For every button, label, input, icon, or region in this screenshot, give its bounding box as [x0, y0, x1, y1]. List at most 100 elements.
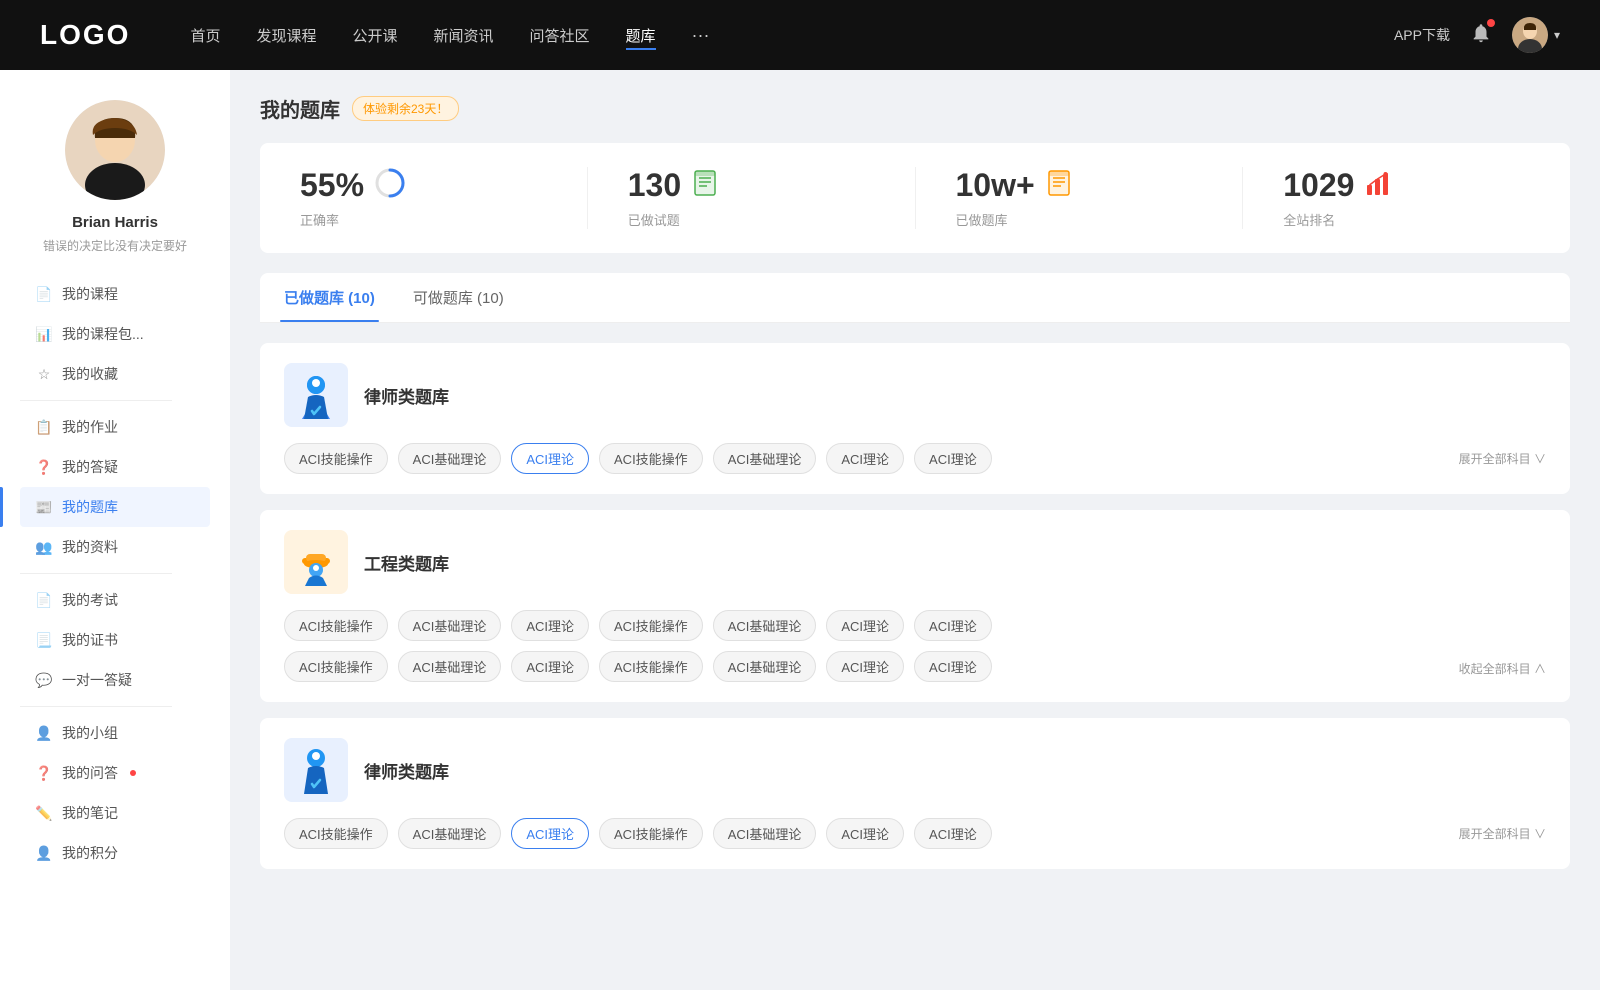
- tag[interactable]: ACI理论: [826, 818, 904, 849]
- sidebar-item-my-qa[interactable]: ❓ 我的问答: [20, 753, 210, 793]
- sidebar-item-groups[interactable]: 👤 我的小组: [20, 713, 210, 753]
- nav-open[interactable]: 公开课: [352, 21, 397, 50]
- tag[interactable]: ACI理论: [914, 610, 992, 641]
- sidebar-item-tutor[interactable]: 💬 一对一答疑: [20, 660, 210, 700]
- stat-done-questions: 130 已做试题: [588, 167, 916, 229]
- materials-icon: 👥: [36, 539, 52, 555]
- tag[interactable]: ACI技能操作: [284, 651, 388, 682]
- tag[interactable]: ACI理论: [826, 443, 904, 474]
- qbank-card-1-tags: ACI技能操作 ACI基础理论 ACI理论 ACI技能操作 ACI基础理论 AC…: [284, 443, 1546, 474]
- qbank-card-3-header: 律师类题库: [284, 738, 1546, 802]
- sidebar-item-exams[interactable]: 📄 我的考试: [20, 580, 210, 620]
- tag[interactable]: ACI基础理论: [713, 818, 817, 849]
- tag[interactable]: ACI理论: [511, 651, 589, 682]
- main-nav: 首页 发现课程 公开课 新闻资讯 问答社区 题库 ···: [190, 21, 1394, 50]
- main-container: Brian Harris 错误的决定比没有决定要好 📄 我的课程 📊 我的课程包…: [0, 70, 1600, 990]
- sidebar-item-homework[interactable]: 📋 我的作业: [20, 407, 210, 447]
- sidebar-item-answers[interactable]: ❓ 我的答疑: [20, 447, 210, 487]
- doc-orange-icon: [1045, 169, 1073, 202]
- sidebar-menu: 📄 我的课程 📊 我的课程包... ☆ 我的收藏 📋 我的作业 ❓ 我的答疑 �: [0, 274, 230, 873]
- nav-qa[interactable]: 问答社区: [530, 21, 590, 50]
- tag[interactable]: ACI技能操作: [284, 443, 388, 474]
- tab-done-banks[interactable]: 已做题库 (10): [280, 273, 379, 322]
- qbank-card-2-title: 工程类题库: [364, 550, 449, 575]
- qbank-card-3-avatar: [284, 738, 348, 802]
- points-icon: 👤: [36, 845, 52, 861]
- user-avatar-btn[interactable]: ▾: [1512, 17, 1560, 53]
- tag[interactable]: ACI基础理论: [713, 443, 817, 474]
- main-content: 我的题库 体验剩余23天！ 55% 正确率: [230, 70, 1600, 990]
- done-q-value: 130: [628, 167, 681, 204]
- tab-available-banks[interactable]: 可做题库 (10): [409, 273, 508, 322]
- tag[interactable]: ACI理论: [826, 651, 904, 682]
- sidebar: Brian Harris 错误的决定比没有决定要好 📄 我的课程 📊 我的课程包…: [0, 70, 230, 990]
- page-title: 我的题库: [260, 94, 340, 123]
- tag[interactable]: ACI基础理论: [398, 818, 502, 849]
- tag[interactable]: ACI理论: [914, 818, 992, 849]
- tag[interactable]: ACI基础理论: [713, 651, 817, 682]
- profile-motto: 错误的决定比没有决定要好: [43, 237, 187, 254]
- tag[interactable]: ACI技能操作: [599, 443, 703, 474]
- sidebar-item-points[interactable]: 👤 我的积分: [20, 833, 210, 873]
- tag[interactable]: ACI基础理论: [398, 443, 502, 474]
- notification-badge: [1487, 19, 1495, 27]
- tags-line-2: ACI技能操作 ACI基础理论 ACI理论 ACI技能操作 ACI基础理论 AC…: [284, 651, 1546, 682]
- sidebar-item-course-packs[interactable]: 📊 我的课程包...: [20, 314, 210, 354]
- tag[interactable]: ACI技能操作: [284, 818, 388, 849]
- tag[interactable]: ACI技能操作: [599, 610, 703, 641]
- sidebar-item-courses[interactable]: 📄 我的课程: [20, 274, 210, 314]
- sidebar-item-favorites[interactable]: ☆ 我的收藏: [20, 354, 210, 394]
- tag[interactable]: ACI技能操作: [599, 651, 703, 682]
- notification-btn[interactable]: [1470, 22, 1492, 49]
- tag[interactable]: ACI理论: [511, 610, 589, 641]
- homework-icon: 📋: [36, 419, 52, 435]
- tag[interactable]: ACI技能操作: [599, 818, 703, 849]
- user-menu-chevron: ▾: [1554, 28, 1560, 42]
- qbank-card-3-expand-btn[interactable]: 展开全部科目 ∨: [1459, 825, 1546, 842]
- course-packs-icon: 📊: [36, 326, 52, 342]
- stats-row: 55% 正确率 130: [260, 143, 1570, 253]
- page-header: 我的题库 体验剩余23天！: [260, 94, 1570, 123]
- qbank-card-1: 律师类题库 ACI技能操作 ACI基础理论 ACI理论 ACI技能操作 ACI基…: [260, 343, 1570, 494]
- tag[interactable]: ACI理论: [914, 651, 992, 682]
- qbank-card-2-collapse-btn[interactable]: 收起全部科目 ∧: [1459, 651, 1546, 682]
- nav-qbank[interactable]: 题库: [626, 21, 656, 50]
- sidebar-item-qbank[interactable]: 📰 我的题库: [20, 487, 210, 527]
- tag[interactable]: ACI技能操作: [284, 610, 388, 641]
- qbank-card-1-header: 律师类题库: [284, 363, 1546, 427]
- tag[interactable]: ACI基础理论: [713, 610, 817, 641]
- sidebar-divider-1: [20, 400, 172, 401]
- courses-icon: 📄: [36, 286, 52, 302]
- nav-home[interactable]: 首页: [190, 21, 220, 50]
- tag-active[interactable]: ACI理论: [511, 818, 589, 849]
- stat-rank: 1029 全站排名: [1243, 167, 1570, 229]
- tutor-icon: 💬: [36, 672, 52, 688]
- nav-discover[interactable]: 发现课程: [256, 21, 316, 50]
- tag-active[interactable]: ACI理论: [511, 443, 589, 474]
- sidebar-item-certificates[interactable]: 📃 我的证书: [20, 620, 210, 660]
- qbank-card-1-expand-btn[interactable]: 展开全部科目 ∨: [1459, 450, 1546, 467]
- profile-avatar: [65, 100, 165, 200]
- sidebar-item-materials[interactable]: 👥 我的资料: [20, 527, 210, 567]
- accuracy-label: 正确率: [300, 210, 339, 229]
- qbank-card-2-avatar: [284, 530, 348, 594]
- qbank-card-3-title: 律师类题库: [364, 758, 449, 783]
- rank-value: 1029: [1283, 167, 1354, 204]
- user-avatar: [1512, 17, 1548, 53]
- qbank-card-3: 律师类题库 ACI技能操作 ACI基础理论 ACI理论 ACI技能操作 ACI基…: [260, 718, 1570, 869]
- qbank-card-1-avatar: [284, 363, 348, 427]
- sidebar-item-notes[interactable]: ✏️ 我的笔记: [20, 793, 210, 833]
- tag[interactable]: ACI基础理论: [398, 610, 502, 641]
- tag[interactable]: ACI基础理论: [398, 651, 502, 682]
- qbank-icon: 📰: [36, 499, 52, 515]
- nav-news[interactable]: 新闻资讯: [434, 21, 494, 50]
- tag[interactable]: ACI理论: [826, 610, 904, 641]
- my-qa-icon: ❓: [36, 765, 52, 781]
- app-download-btn[interactable]: APP下载: [1394, 25, 1450, 45]
- nav-more[interactable]: ···: [692, 21, 710, 50]
- accuracy-value: 55%: [300, 167, 364, 204]
- tags-line-1: ACI技能操作 ACI基础理论 ACI理论 ACI技能操作 ACI基础理论 AC…: [284, 610, 1546, 641]
- tag[interactable]: ACI理论: [914, 443, 992, 474]
- qbank-card-2-tags: ACI技能操作 ACI基础理论 ACI理论 ACI技能操作 ACI基础理论 AC…: [284, 610, 1546, 682]
- done-q-label: 已做试题: [628, 210, 680, 229]
